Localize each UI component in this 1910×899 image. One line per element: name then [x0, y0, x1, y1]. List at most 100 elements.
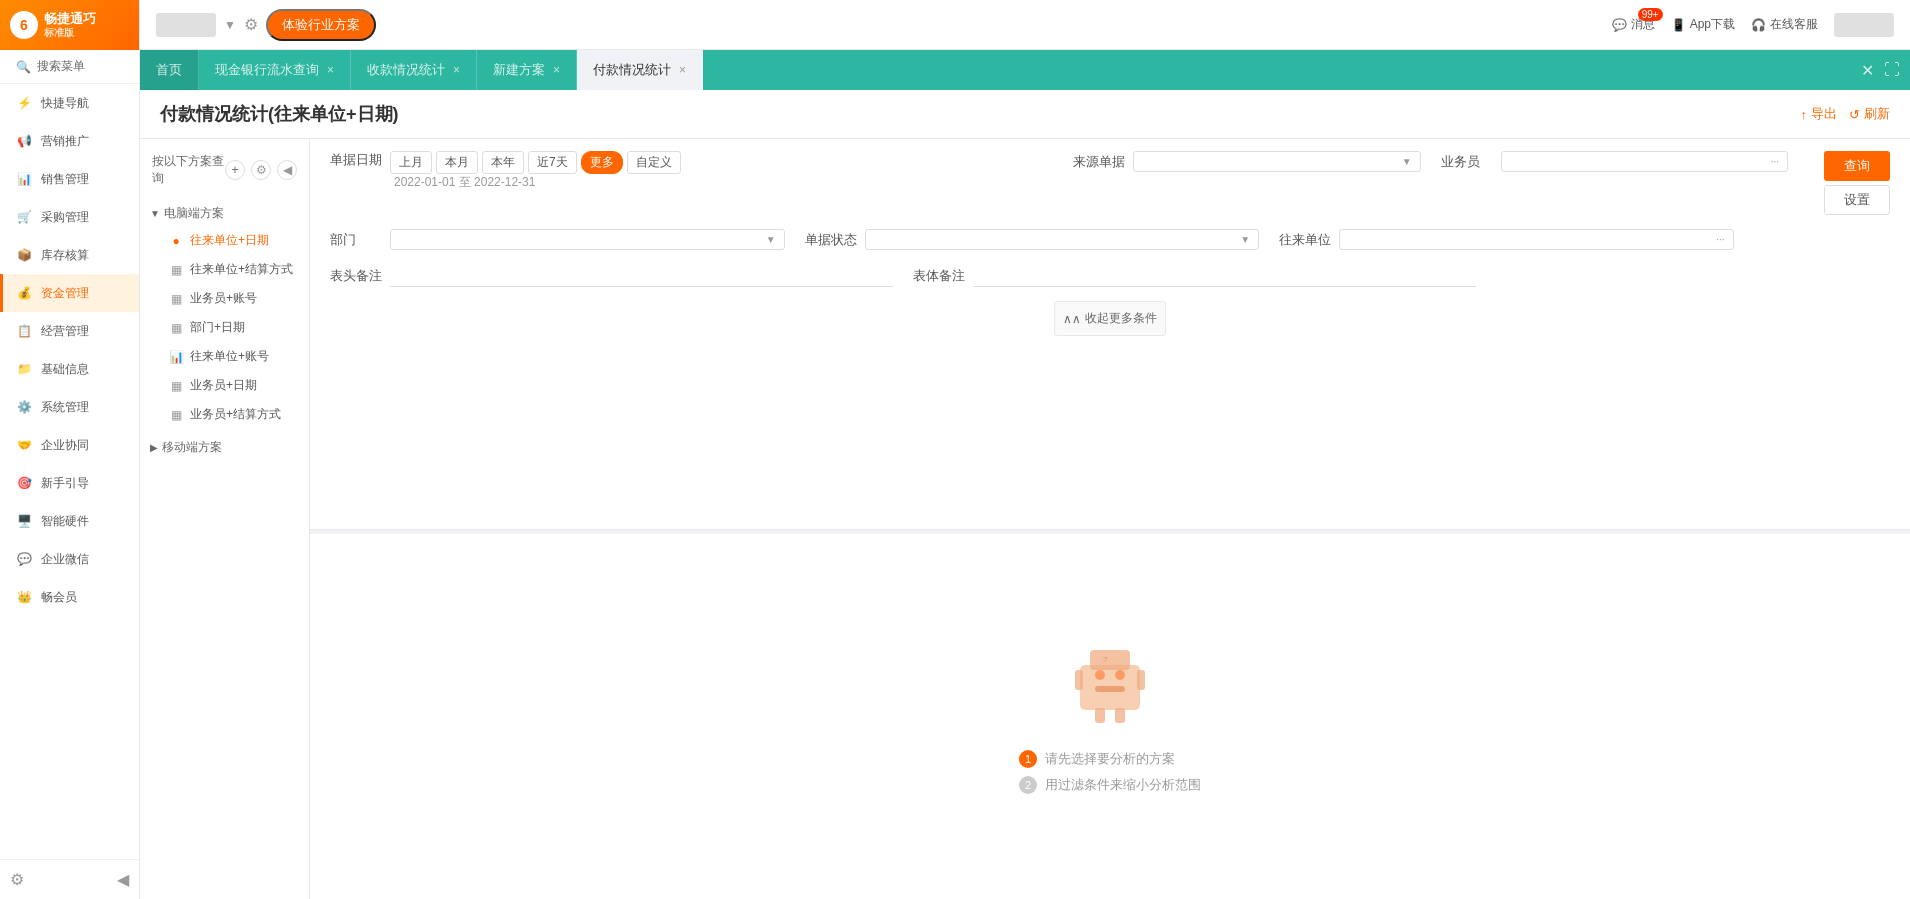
query-button[interactable]: 查询 [1824, 151, 1890, 181]
filter-group-salesperson: 业务员 ··· [1441, 151, 1788, 172]
scheme-item-dept-date[interactable]: ▦ 部门+日期 [140, 313, 309, 342]
scheme-item-icon-sa: ▦ [168, 291, 184, 307]
filter-group-partner: 往来单位 ··· [1279, 229, 1734, 250]
member-icon: 👑 [15, 588, 33, 606]
date-range-display: 2022-01-01 至 2022-12-31 [394, 174, 681, 191]
collapse-more-button[interactable]: ∧∧ 收起更多条件 [1054, 301, 1166, 336]
sidebar-item-operation[interactable]: 📋 经营管理 [0, 312, 139, 350]
tabbar: 首页 现金银行流水查询 × 收款情况统计 × 新建方案 × 付款情况统计 × ✕… [140, 50, 1910, 90]
header-note-input[interactable] [390, 264, 893, 287]
pc-scheme-section-title[interactable]: ▼ 电脑端方案 [140, 201, 309, 226]
scheme-item-salesperson-account[interactable]: ▦ 业务员+账号 [140, 284, 309, 313]
export-button[interactable]: ↑ 导出 [1801, 105, 1838, 123]
date-btn-custom[interactable]: 自定义 [627, 151, 681, 174]
scheme-item-salesperson-settlement[interactable]: ▦ 业务员+结算方式 [140, 400, 309, 429]
tab-cash-flow[interactable]: 现金银行流水查询 × [199, 50, 351, 90]
scheme-item-icon-ss: ▦ [168, 407, 184, 423]
partner-select[interactable]: ··· [1339, 229, 1734, 250]
sidebar-item-finance[interactable]: 💰 资金管理 [0, 274, 139, 312]
sidebar-item-guide[interactable]: 🎯 新手引导 [0, 464, 139, 502]
trial-button[interactable]: 体验行业方案 [266, 9, 376, 41]
date-btn-7days[interactable]: 近7天 [528, 151, 577, 174]
footer-settings-button[interactable]: ⚙ [10, 870, 24, 889]
tab-receivable[interactable]: 收款情况统计 × [351, 50, 477, 90]
filter-row-2: 部门 ▼ 单据状态 ▼ [330, 229, 1890, 250]
topbar-user-avatar [1834, 13, 1894, 37]
mobile-scheme-section-title[interactable]: ▶ 移动端方案 [140, 435, 309, 460]
search-icon: 🔍 [16, 60, 31, 74]
scheme-panel-action-buttons: + ⚙ ◀ [225, 160, 297, 180]
scheme-item-partner-settlement[interactable]: ▦ 往来单位+结算方式 [140, 255, 309, 284]
source-select[interactable]: ▼ [1133, 151, 1420, 172]
footer-collapse-button[interactable]: ◀ [117, 870, 129, 889]
sidebar-item-inventory[interactable]: 📦 库存核算 [0, 236, 139, 274]
sidebar-item-marketing[interactable]: 📢 营销推广 [0, 122, 139, 160]
quick-nav-icon: ⚡ [15, 94, 33, 112]
sidebar-item-hardware[interactable]: 🖥️ 智能硬件 [0, 502, 139, 540]
mobile-scheme-section: ▶ 移动端方案 [140, 435, 309, 460]
tab-close-all-icon[interactable]: ✕ [1861, 61, 1874, 80]
main-content: ▼ ⚙ 体验行业方案 💬 消息 99+ 📱 App下载 🎧 在线客服 首页 [140, 0, 1910, 899]
notice-badge: 99+ [1638, 8, 1663, 21]
settings-button[interactable]: 设置 [1824, 185, 1890, 215]
scheme-item-partner-account[interactable]: 📊 往来单位+账号 [140, 342, 309, 371]
download-button[interactable]: 📱 App下载 [1671, 16, 1735, 33]
date-btn-current-year[interactable]: 本年 [482, 151, 524, 174]
tab-payment-stats-close[interactable]: × [679, 63, 686, 77]
scheme-panel: 按以下方案查询 + ⚙ ◀ ▼ 电脑端方案 ● 往来单位+日期 [140, 139, 310, 899]
sidebar-item-quick-nav[interactable]: ⚡ 快捷导航 [0, 84, 139, 122]
sidebar-item-purchase[interactable]: 🛒 采购管理 [0, 198, 139, 236]
svg-rect-8 [1115, 708, 1125, 723]
date-btn-current-month[interactable]: 本月 [436, 151, 478, 174]
empty-step-2: 2 用过滤条件来缩小分析范围 [1019, 776, 1201, 794]
content-area: 付款情况统计(往来单位+日期) ↑ 导出 ↺ 刷新 按以下方案查询 + [140, 90, 1910, 899]
topbar-dropdown-arrow[interactable]: ▼ [224, 18, 236, 32]
doc-status-select[interactable]: ▼ [865, 229, 1260, 250]
tab-cash-flow-close[interactable]: × [327, 63, 334, 77]
notice-button[interactable]: 💬 消息 99+ [1612, 16, 1655, 33]
salesperson-select[interactable]: ··· [1501, 151, 1788, 172]
sidebar-item-member[interactable]: 👑 畅会员 [0, 578, 139, 616]
add-scheme-button[interactable]: + [225, 160, 245, 180]
refresh-button[interactable]: ↺ 刷新 [1849, 105, 1890, 123]
inventory-icon: 📦 [15, 246, 33, 264]
sidebar-item-basic[interactable]: 📁 基础信息 [0, 350, 139, 388]
tab-payment-stats[interactable]: 付款情况统计 × [577, 50, 703, 90]
sidebar-item-system[interactable]: ⚙️ 系统管理 [0, 388, 139, 426]
operation-icon: 📋 [15, 322, 33, 340]
pc-section-chevron: ▼ [150, 208, 160, 219]
dept-select[interactable]: ▼ [390, 229, 785, 250]
body-note-input[interactable] [973, 264, 1476, 287]
date-buttons: 上月 本月 本年 近7天 更多 自定义 [390, 151, 681, 174]
user-avatar-placeholder [156, 13, 216, 37]
tab-home[interactable]: 首页 [140, 50, 199, 90]
pc-scheme-section: ▼ 电脑端方案 ● 往来单位+日期 ▦ 往来单位+结算方式 ▦ 业务员+账号 [140, 201, 309, 429]
search-menu-item[interactable]: 🔍 搜索菜单 [0, 50, 139, 84]
date-btn-more[interactable]: 更多 [581, 151, 623, 174]
scheme-collapse-button[interactable]: ◀ [277, 160, 297, 180]
service-button[interactable]: 🎧 在线客服 [1751, 16, 1818, 33]
right-panel: 单据日期 上月 本月 本年 近7天 更多 自定义 20 [310, 139, 1910, 899]
export-icon: ↑ [1801, 107, 1808, 122]
refresh-icon: ↺ [1849, 107, 1860, 122]
filter-group-header-note: 表头备注 [330, 264, 893, 287]
tab-new-scheme[interactable]: 新建方案 × [477, 50, 577, 90]
topbar-settings-icon[interactable]: ⚙ [244, 15, 258, 34]
date-btn-prev-month[interactable]: 上月 [390, 151, 432, 174]
filter-area: 单据日期 上月 本月 本年 近7天 更多 自定义 20 [310, 139, 1910, 530]
tab-receivable-close[interactable]: × [453, 63, 460, 77]
sidebar-item-enterprise[interactable]: 🤝 企业协同 [0, 426, 139, 464]
scheme-item-icon-pa: 📊 [168, 349, 184, 365]
sidebar-item-wechat[interactable]: 💬 企业微信 [0, 540, 139, 578]
scheme-settings-button[interactable]: ⚙ [251, 160, 271, 180]
scheme-item-partner-date[interactable]: ● 往来单位+日期 [140, 226, 309, 255]
topbar-right: 💬 消息 99+ 📱 App下载 🎧 在线客服 [1612, 13, 1894, 37]
sidebar-item-sales[interactable]: 📊 销售管理 [0, 160, 139, 198]
filter-group-doc-status: 单据状态 ▼ [805, 229, 1260, 250]
tab-new-scheme-close[interactable]: × [553, 63, 560, 77]
collapse-up-icon: ∧∧ [1063, 312, 1081, 326]
download-icon: 📱 [1671, 18, 1686, 32]
scheme-item-salesperson-date[interactable]: ▦ 业务员+日期 [140, 371, 309, 400]
tab-expand-icon[interactable]: ⛶ [1884, 61, 1900, 79]
guide-icon: 🎯 [15, 474, 33, 492]
